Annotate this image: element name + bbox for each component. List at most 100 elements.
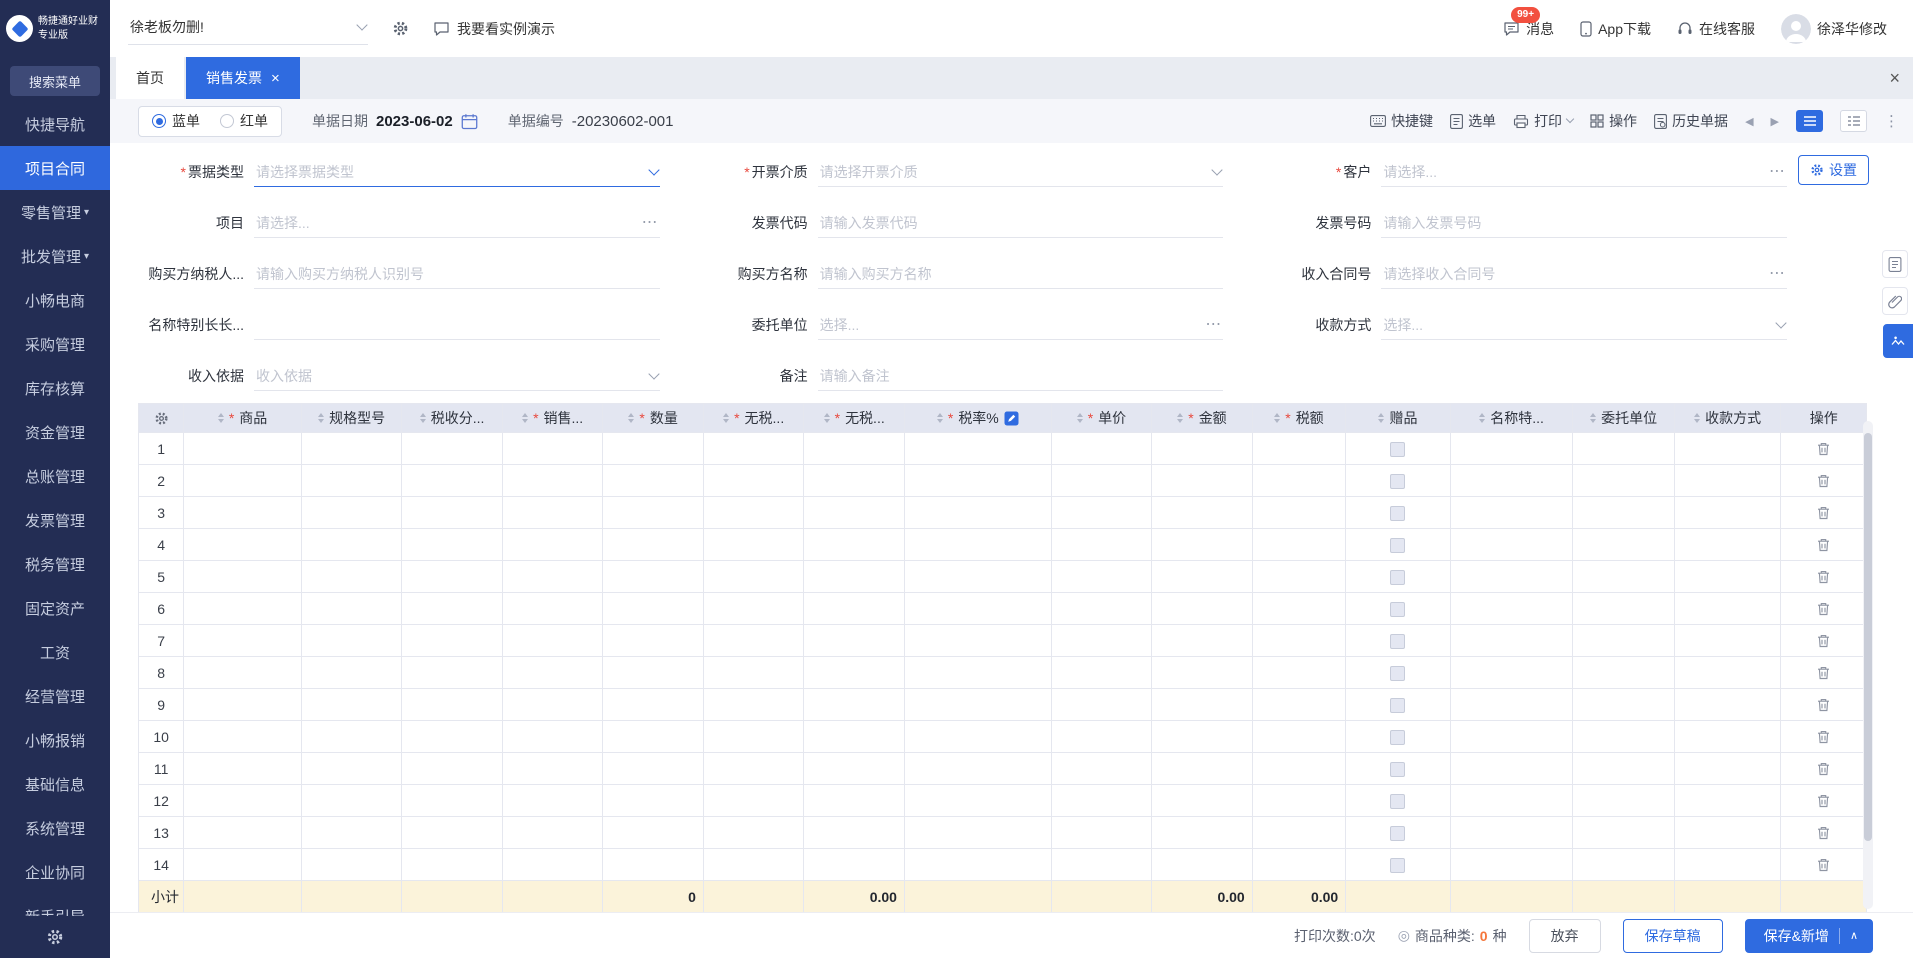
delete-row-icon[interactable]	[1816, 793, 1831, 809]
form-field-购买方纳税人...[interactable]	[254, 259, 660, 289]
grid-cell[interactable]	[1572, 848, 1675, 881]
grid-cell[interactable]	[602, 656, 704, 689]
form-settings-button[interactable]: 设置	[1798, 155, 1869, 185]
grid-cell[interactable]	[183, 752, 302, 785]
column-header-商品[interactable]: * 商品	[183, 403, 302, 433]
grid-cell[interactable]	[602, 624, 704, 657]
grid-cell[interactable]	[803, 720, 905, 753]
table-settings-gear-icon[interactable]	[138, 403, 185, 433]
form-field-备注[interactable]	[817, 361, 1224, 391]
operate-button[interactable]: 操作	[1590, 111, 1637, 131]
column-header-税额[interactable]: * 税额	[1251, 403, 1347, 433]
grid-cell[interactable]	[1151, 816, 1253, 849]
sort-icon[interactable]	[217, 413, 224, 423]
grid-cell[interactable]	[1673, 656, 1782, 689]
grid-cell[interactable]	[903, 496, 1052, 529]
grid-cell[interactable]	[401, 624, 503, 657]
grid-cell[interactable]	[903, 816, 1052, 849]
grid-cell[interactable]	[1251, 656, 1347, 689]
grid-cell[interactable]	[401, 496, 503, 529]
grid-cell[interactable]	[702, 752, 805, 785]
form-field-input[interactable]	[256, 316, 658, 333]
form-field-input[interactable]	[819, 163, 1208, 180]
grid-cell[interactable]	[1673, 528, 1782, 561]
form-field-发票代码[interactable]	[817, 208, 1224, 238]
grid-cell[interactable]	[602, 784, 704, 817]
column-header-销售...[interactable]: * 销售...	[501, 403, 604, 433]
grid-cell[interactable]	[401, 528, 503, 561]
form-field-名称特别长长...[interactable]	[254, 310, 660, 340]
grid-cell[interactable]	[803, 528, 905, 561]
column-header-税收分...[interactable]: 税收分...	[401, 403, 503, 433]
grid-cell[interactable]	[803, 848, 905, 881]
grid-cell[interactable]	[300, 528, 403, 561]
sidebar-item-小畅报销[interactable]: 小畅报销	[0, 718, 110, 762]
history-panel-icon[interactable]	[1882, 250, 1908, 278]
gift-checkbox[interactable]	[1390, 505, 1406, 521]
grid-cell[interactable]	[803, 656, 905, 689]
grid-cell[interactable]	[401, 560, 503, 593]
grid-cell[interactable]	[501, 528, 604, 561]
delete-row-icon[interactable]	[1816, 857, 1831, 873]
column-header-委托单位[interactable]: 委托单位	[1572, 403, 1675, 433]
demo-link[interactable]: 我要看实例演示	[433, 19, 555, 39]
grid-cell[interactable]	[602, 560, 704, 593]
grid-cell[interactable]	[1449, 464, 1574, 497]
grid-cell[interactable]	[1251, 784, 1347, 817]
grid-cell[interactable]	[1050, 752, 1153, 785]
grid-cell[interactable]	[1151, 624, 1253, 657]
delete-row-icon[interactable]	[1816, 473, 1831, 489]
form-field-客户[interactable]: ⋯	[1381, 157, 1787, 187]
column-header-单价[interactable]: * 单价	[1050, 403, 1153, 433]
grid-cell[interactable]	[1572, 720, 1675, 753]
grid-cell[interactable]	[702, 784, 805, 817]
grid-cell[interactable]	[702, 496, 805, 529]
grid-cell[interactable]	[702, 656, 805, 689]
radio-red-invoice[interactable]: 红单	[220, 111, 268, 131]
print-button[interactable]: 打印	[1513, 111, 1575, 131]
grid-cell[interactable]	[183, 816, 302, 849]
form-field-input[interactable]	[819, 367, 1222, 384]
grid-cell[interactable]	[903, 592, 1052, 625]
sidebar-item-项目合同[interactable]: 项目合同	[0, 146, 110, 190]
delete-row-icon[interactable]	[1816, 601, 1831, 617]
sort-icon[interactable]	[823, 413, 830, 423]
sidebar-item-小畅电商[interactable]: 小畅电商	[0, 278, 110, 322]
grid-cell[interactable]	[1050, 464, 1153, 497]
grid-cell[interactable]	[903, 720, 1052, 753]
gift-checkbox[interactable]	[1390, 537, 1406, 553]
grid-cell[interactable]	[501, 592, 604, 625]
grid-cell[interactable]	[803, 464, 905, 497]
grid-cell[interactable]	[300, 752, 403, 785]
grid-cell[interactable]	[1572, 432, 1675, 465]
grid-cell[interactable]	[1151, 752, 1253, 785]
form-field-input[interactable]	[256, 163, 644, 180]
grid-cell[interactable]	[1050, 816, 1153, 849]
close-tab-icon[interactable]: ×	[271, 71, 280, 86]
save-and-new-button[interactable]: 保存&新增 ∧	[1744, 918, 1873, 953]
list-view-toggle[interactable]	[1796, 110, 1823, 132]
grid-cell[interactable]	[1572, 528, 1675, 561]
grid-cell[interactable]	[1673, 432, 1782, 465]
form-field-委托单位[interactable]: ⋯	[817, 310, 1224, 340]
grid-cell[interactable]	[1151, 528, 1253, 561]
sidebar-item-经营管理[interactable]: 经营管理	[0, 674, 110, 718]
search-menu-button[interactable]: 搜索菜单	[10, 66, 100, 96]
delete-row-icon[interactable]	[1816, 697, 1831, 713]
grid-cell[interactable]	[602, 720, 704, 753]
form-field-收款方式[interactable]	[1381, 310, 1787, 340]
gift-checkbox[interactable]	[1390, 729, 1406, 745]
gift-checkbox[interactable]	[1390, 473, 1406, 489]
delete-row-icon[interactable]	[1816, 537, 1831, 553]
sidebar-item-零售管理[interactable]: 零售管理 ▾	[0, 190, 110, 234]
grid-cell[interactable]	[1151, 592, 1253, 625]
grid-cell[interactable]	[1449, 624, 1574, 657]
grid-cell[interactable]	[1251, 688, 1347, 721]
grid-cell[interactable]	[1050, 624, 1153, 657]
app-download-button[interactable]: App下载	[1580, 19, 1651, 39]
sort-icon[interactable]	[1378, 413, 1385, 423]
online-service-button[interactable]: 在线客服	[1677, 19, 1755, 39]
grid-cell[interactable]	[602, 496, 704, 529]
more-options-icon[interactable]: ⋯	[1769, 163, 1785, 180]
grid-cell[interactable]	[1251, 816, 1347, 849]
